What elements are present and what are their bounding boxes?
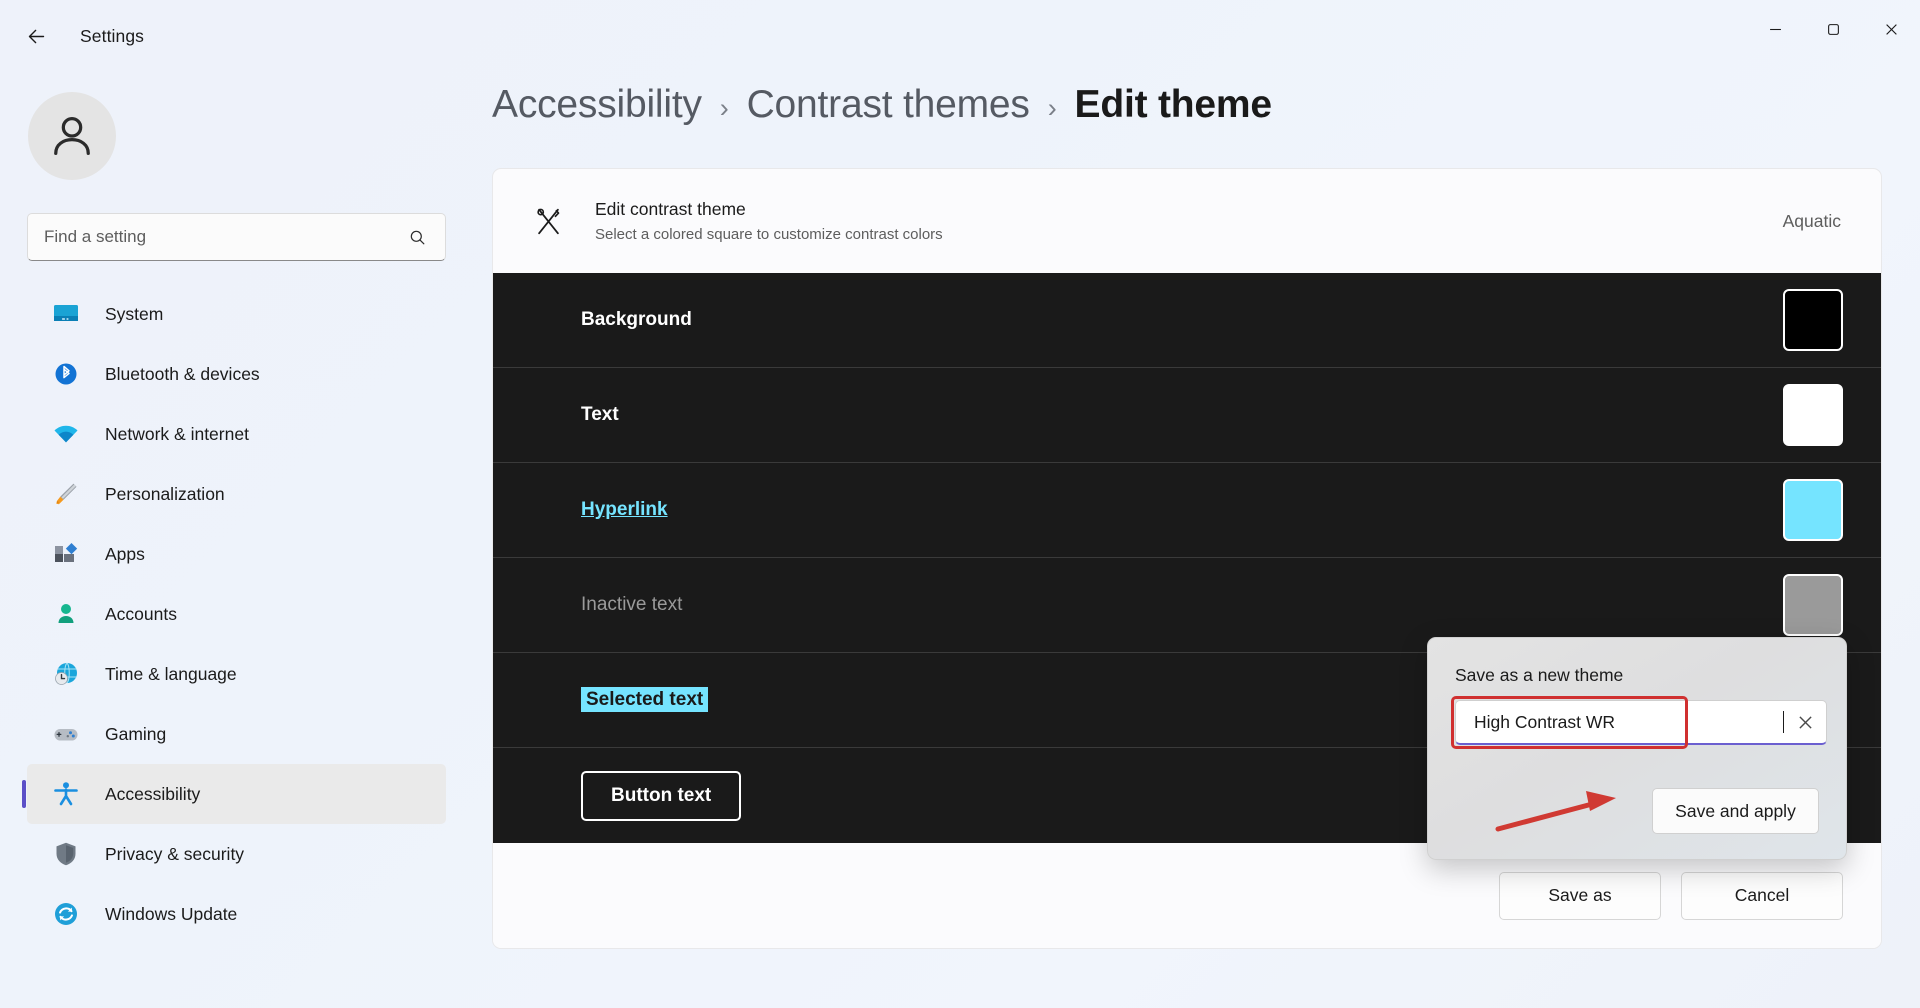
- sidebar-item-label: Apps: [105, 543, 145, 564]
- sidebar-nav: System Bluetooth & devices Network & int…: [22, 284, 446, 944]
- preview-label-background: Background: [581, 309, 692, 330]
- card-header: Edit contrast theme Select a colored squ…: [493, 169, 1881, 273]
- preview-label-hyperlink[interactable]: Hyperlink: [581, 499, 668, 520]
- paintbrush-icon: [49, 477, 83, 511]
- update-refresh-icon: [49, 897, 83, 931]
- accessibility-person-icon: [49, 777, 83, 811]
- theme-name-value: Aquatic: [1782, 210, 1841, 231]
- close-icon: [1885, 23, 1897, 35]
- user-avatar-icon: [54, 117, 90, 155]
- sidebar-item-accessibility[interactable]: Accessibility: [22, 764, 446, 824]
- sidebar-item-system[interactable]: System: [27, 284, 446, 344]
- color-swatch-inactive-text[interactable]: [1783, 574, 1843, 636]
- sidebar-item-apps[interactable]: Apps: [27, 524, 446, 584]
- back-button[interactable]: [14, 14, 58, 58]
- gamepad-icon: [49, 717, 83, 751]
- minimize-button[interactable]: [1746, 0, 1804, 58]
- search-box[interactable]: [27, 213, 446, 261]
- sidebar-item-label: Gaming: [105, 723, 167, 744]
- sidebar-item-label: Accessibility: [105, 783, 201, 804]
- shield-icon: [49, 837, 83, 871]
- app-title: Settings: [80, 25, 145, 46]
- preview-label-text: Text: [581, 404, 619, 425]
- cancel-button[interactable]: Cancel: [1681, 871, 1843, 920]
- theme-name-input[interactable]: [1456, 711, 1787, 733]
- close-icon: [1798, 715, 1812, 729]
- back-arrow-icon: [28, 29, 44, 43]
- sidebar-item-label: Network & internet: [105, 423, 249, 444]
- breadcrumb-item-edit-theme: Edit theme: [1074, 83, 1273, 126]
- close-button[interactable]: [1862, 0, 1920, 58]
- card-title: Edit contrast theme: [595, 199, 746, 219]
- sidebar-item-privacy-security[interactable]: Privacy & security: [27, 824, 446, 884]
- breadcrumb-separator: ›: [719, 93, 729, 123]
- search-icon: [408, 228, 427, 247]
- arrow-annotation: [1495, 791, 1616, 832]
- maximize-button[interactable]: [1804, 0, 1862, 58]
- sidebar-item-label: Accounts: [105, 603, 177, 624]
- sidebar: System Bluetooth & devices: [0, 58, 470, 1008]
- preview-row-hyperlink: Hyperlink: [493, 463, 1881, 558]
- sidebar-item-label: Personalization: [105, 483, 225, 504]
- sidebar-item-accounts[interactable]: Accounts: [27, 584, 446, 644]
- card-header-text: Edit contrast theme Select a colored squ…: [595, 199, 1783, 243]
- sidebar-item-label: Privacy & security: [105, 843, 245, 864]
- color-swatch-background[interactable]: [1783, 289, 1843, 351]
- color-swatch-text[interactable]: [1783, 384, 1843, 446]
- sidebar-item-windows-update[interactable]: Windows Update: [27, 884, 446, 944]
- sidebar-item-time-language[interactable]: Time & language: [27, 644, 446, 704]
- flyout-title: Save as a new theme: [1455, 665, 1624, 685]
- minimize-icon: [1769, 28, 1781, 30]
- main-content: Accessibility › Contrast themes › Edit t…: [470, 58, 1920, 1008]
- sidebar-item-label: Time & language: [105, 663, 237, 684]
- sidebar-item-network-internet[interactable]: Network & internet: [27, 404, 446, 464]
- wifi-icon: [49, 417, 83, 451]
- preview-label-hyperlink-wrap: Hyperlink: [581, 499, 1783, 521]
- breadcrumb: Accessibility › Contrast themes › Edit t…: [492, 83, 1272, 127]
- breadcrumb-item-accessibility[interactable]: Accessibility: [492, 83, 702, 127]
- preview-label-inactive-text: Inactive text: [581, 594, 683, 615]
- maximize-icon: [1827, 23, 1839, 35]
- contrast-theme-icon: [523, 205, 573, 238]
- search-input[interactable]: [28, 227, 408, 247]
- preview-row-background: Background: [493, 273, 1881, 368]
- clear-input-button[interactable]: [1784, 715, 1826, 730]
- settings-window: Settings Find a setting System Bluetooth…: [0, 0, 1920, 1008]
- breadcrumb-item-contrast-themes[interactable]: Contrast themes: [747, 83, 1030, 127]
- preview-button-text[interactable]: Button text: [581, 770, 742, 821]
- sidebar-item-gaming[interactable]: Gaming: [27, 704, 446, 764]
- clock-globe-icon: [49, 657, 83, 691]
- breadcrumb-separator: ›: [1047, 93, 1057, 123]
- sidebar-item-label: Bluetooth & devices: [105, 363, 260, 384]
- sidebar-item-label: System: [105, 303, 164, 324]
- avatar[interactable]: [28, 92, 116, 180]
- system-monitor-icon: [49, 297, 83, 331]
- account-person-icon: [49, 597, 83, 631]
- sidebar-item-personalization[interactable]: Personalization: [27, 464, 446, 524]
- save-as-new-theme-flyout: Save as a new theme Save and apply: [1427, 637, 1847, 860]
- sidebar-item-label: Windows Update: [105, 903, 238, 924]
- theme-name-input-wrap[interactable]: [1455, 700, 1827, 745]
- save-as-button[interactable]: Save as: [1499, 871, 1661, 920]
- preview-row-text: Text: [493, 368, 1881, 463]
- bluetooth-icon: [49, 357, 83, 391]
- sidebar-item-bluetooth-devices[interactable]: Bluetooth & devices: [27, 344, 446, 404]
- card-subtitle: Select a colored square to customize con…: [595, 226, 943, 243]
- preview-label-selected-text: Selected text: [581, 687, 709, 712]
- apps-grid-icon: [49, 537, 83, 571]
- save-and-apply-button[interactable]: Save and apply: [1652, 788, 1819, 834]
- color-swatch-hyperlink[interactable]: [1783, 479, 1843, 541]
- window-controls: [1746, 0, 1920, 58]
